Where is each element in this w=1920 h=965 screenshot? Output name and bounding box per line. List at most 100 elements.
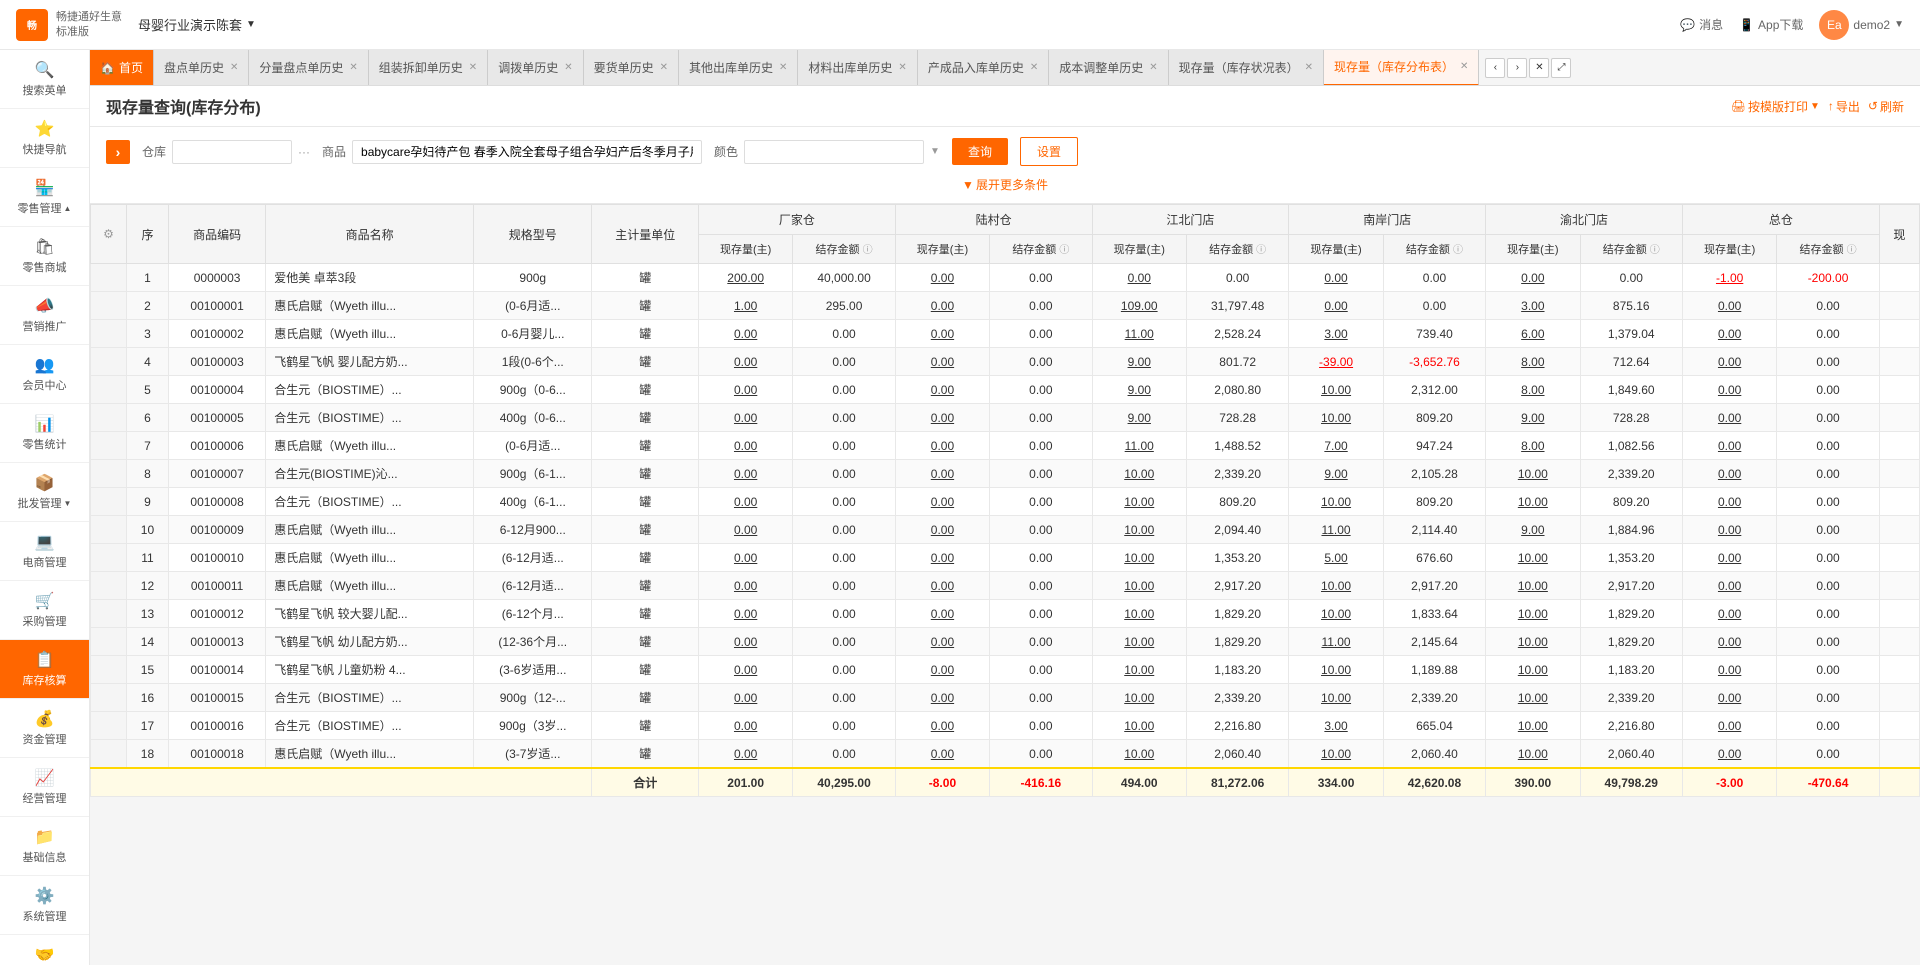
table-cell[interactable]: 8.00 (1486, 432, 1580, 460)
settings-btn[interactable]: 设置 (1020, 137, 1078, 166)
tab-other-out[interactable]: 其他出库单历史 ✕ (679, 50, 798, 86)
table-cell[interactable]: 9.00 (1289, 460, 1383, 488)
table-cell[interactable]: 0.00 (895, 348, 989, 376)
table-cell[interactable]: 0.00 (698, 544, 792, 572)
color-input[interactable] (744, 140, 924, 164)
table-cell[interactable]: 3.00 (1486, 292, 1580, 320)
table-cell[interactable]: 0.00 (1682, 292, 1776, 320)
app-download-btn[interactable]: 📱 App下载 (1739, 16, 1803, 33)
sidebar-item-retail-shop[interactable]: 🛍 零售商城 (0, 227, 89, 286)
table-cell[interactable]: 0.00 (1289, 264, 1383, 292)
table-cell[interactable]: 0.00 (1682, 460, 1776, 488)
tab-cost-adjust[interactable]: 成本调整单历史 ✕ (1049, 50, 1168, 86)
tab-close-all-btn[interactable]: ✕ (1529, 58, 1549, 78)
close-icon[interactable]: ✕ (1030, 62, 1038, 73)
table-cell[interactable]: 0.00 (895, 600, 989, 628)
table-cell[interactable]: 9.00 (1092, 348, 1186, 376)
table-cell[interactable]: 0.00 (895, 740, 989, 769)
table-cell[interactable]: -1.00 (1682, 264, 1776, 292)
goods-input[interactable] (352, 140, 702, 164)
table-cell[interactable]: 10.00 (1289, 488, 1383, 516)
sidebar-item-wholesale[interactable]: 📦 批发管理 ▼ (0, 463, 89, 522)
table-cell[interactable]: 0.00 (698, 656, 792, 684)
table-cell[interactable]: 10.00 (1092, 544, 1186, 572)
close-icon[interactable]: ✕ (349, 62, 357, 73)
table-cell[interactable]: 0.00 (895, 292, 989, 320)
table-cell[interactable]: 7.00 (1289, 432, 1383, 460)
close-icon[interactable]: ✕ (469, 62, 477, 73)
table-cell[interactable]: 0.00 (1682, 516, 1776, 544)
close-icon[interactable]: ✕ (564, 62, 572, 73)
selector[interactable]: 母婴行业演示陈套 ▼ (138, 15, 256, 34)
close-icon[interactable]: ✕ (230, 62, 238, 73)
tab-home[interactable]: 🏠 首页 (90, 50, 154, 86)
sidebar-item-marketing[interactable]: 📣 营销推广 (0, 286, 89, 345)
table-cell[interactable]: 0.00 (1682, 684, 1776, 712)
table-cell[interactable]: 0.00 (895, 376, 989, 404)
close-icon[interactable]: ✕ (1149, 62, 1157, 73)
table-cell[interactable]: 10.00 (1486, 600, 1580, 628)
tab-assembly[interactable]: 组装拆卸单历史 ✕ (369, 50, 488, 86)
table-cell[interactable]: 0.00 (895, 404, 989, 432)
export-btn[interactable]: ↑ 导出 (1828, 98, 1860, 115)
gear-icon[interactable]: ⚙ (103, 227, 114, 241)
table-cell[interactable]: 9.00 (1486, 404, 1580, 432)
tab-transfer[interactable]: 调拨单历史 ✕ (488, 50, 583, 86)
print-btn[interactable]: 🖨 按模版打印 ▼ (1731, 98, 1820, 115)
tab-next-btn[interactable]: › (1507, 58, 1527, 78)
table-cell[interactable]: 10.00 (1092, 740, 1186, 769)
table-cell[interactable]: 0.00 (1682, 432, 1776, 460)
warehouse-picker-btn[interactable]: ··· (298, 145, 310, 159)
sidebar-item-shortcut[interactable]: ⭐ 快捷导航 (0, 109, 89, 168)
sidebar-item-retail-mgmt[interactable]: 🏪 零售管理 ▲ (0, 168, 89, 227)
query-btn[interactable]: 查询 (952, 138, 1008, 165)
table-cell[interactable]: 0.00 (1682, 740, 1776, 769)
sidebar-item-base[interactable]: 📁 基础信息 (0, 817, 89, 876)
table-cell[interactable]: 0.00 (698, 348, 792, 376)
search-toggle-btn[interactable]: › (106, 140, 130, 164)
table-cell[interactable]: 10.00 (1092, 656, 1186, 684)
table-cell[interactable]: 10.00 (1092, 628, 1186, 656)
table-cell[interactable]: 0.00 (698, 572, 792, 600)
user-menu[interactable]: Ea demo2 ▼ (1819, 10, 1904, 40)
table-cell[interactable]: 0.00 (1682, 488, 1776, 516)
table-cell[interactable]: 0.00 (1486, 264, 1580, 292)
table-cell[interactable]: 10.00 (1289, 376, 1383, 404)
table-cell[interactable]: 0.00 (1682, 348, 1776, 376)
table-cell[interactable]: 10.00 (1486, 712, 1580, 740)
table-cell[interactable]: 11.00 (1289, 516, 1383, 544)
table-cell[interactable]: 10.00 (1092, 460, 1186, 488)
close-icon[interactable]: ✕ (660, 62, 668, 73)
sidebar-item-operations[interactable]: 📈 经营管理 (0, 758, 89, 817)
close-icon[interactable]: ✕ (1460, 61, 1468, 72)
table-cell[interactable]: 0.00 (895, 460, 989, 488)
table-cell[interactable]: 11.00 (1092, 432, 1186, 460)
table-cell[interactable]: 0.00 (1682, 712, 1776, 740)
table-cell[interactable]: 11.00 (1092, 320, 1186, 348)
table-cell[interactable]: 10.00 (1092, 684, 1186, 712)
sidebar-item-ecommerce[interactable]: 💻 电商管理 (0, 522, 89, 581)
table-cell[interactable]: 10.00 (1486, 488, 1580, 516)
table-cell[interactable]: 9.00 (1092, 404, 1186, 432)
table-cell[interactable]: 0.00 (1682, 404, 1776, 432)
tab-inventory-check[interactable]: 盘点单历史 ✕ (154, 50, 249, 86)
table-cell[interactable]: 10.00 (1289, 684, 1383, 712)
close-icon[interactable]: ✕ (779, 62, 787, 73)
table-cell[interactable]: 10.00 (1289, 740, 1383, 769)
message-btn[interactable]: 💬 消息 (1680, 16, 1723, 33)
table-cell[interactable]: 10.00 (1486, 544, 1580, 572)
table-cell[interactable]: 10.00 (1486, 460, 1580, 488)
table-cell[interactable]: 0.00 (1682, 544, 1776, 572)
table-cell[interactable]: 0.00 (698, 740, 792, 769)
table-cell[interactable]: 9.00 (1486, 516, 1580, 544)
table-cell[interactable]: 0.00 (1682, 628, 1776, 656)
table-cell[interactable]: 0.00 (698, 404, 792, 432)
tab-product-in[interactable]: 产成品入库单历史 ✕ (918, 50, 1049, 86)
table-cell[interactable]: 0.00 (698, 488, 792, 516)
table-cell[interactable]: -39.00 (1289, 348, 1383, 376)
table-cell[interactable]: 0.00 (895, 320, 989, 348)
sidebar-item-retail-stats[interactable]: 📊 零售统计 (0, 404, 89, 463)
table-cell[interactable]: 10.00 (1486, 684, 1580, 712)
table-cell[interactable]: 0.00 (895, 264, 989, 292)
table-cell[interactable]: 10.00 (1092, 572, 1186, 600)
